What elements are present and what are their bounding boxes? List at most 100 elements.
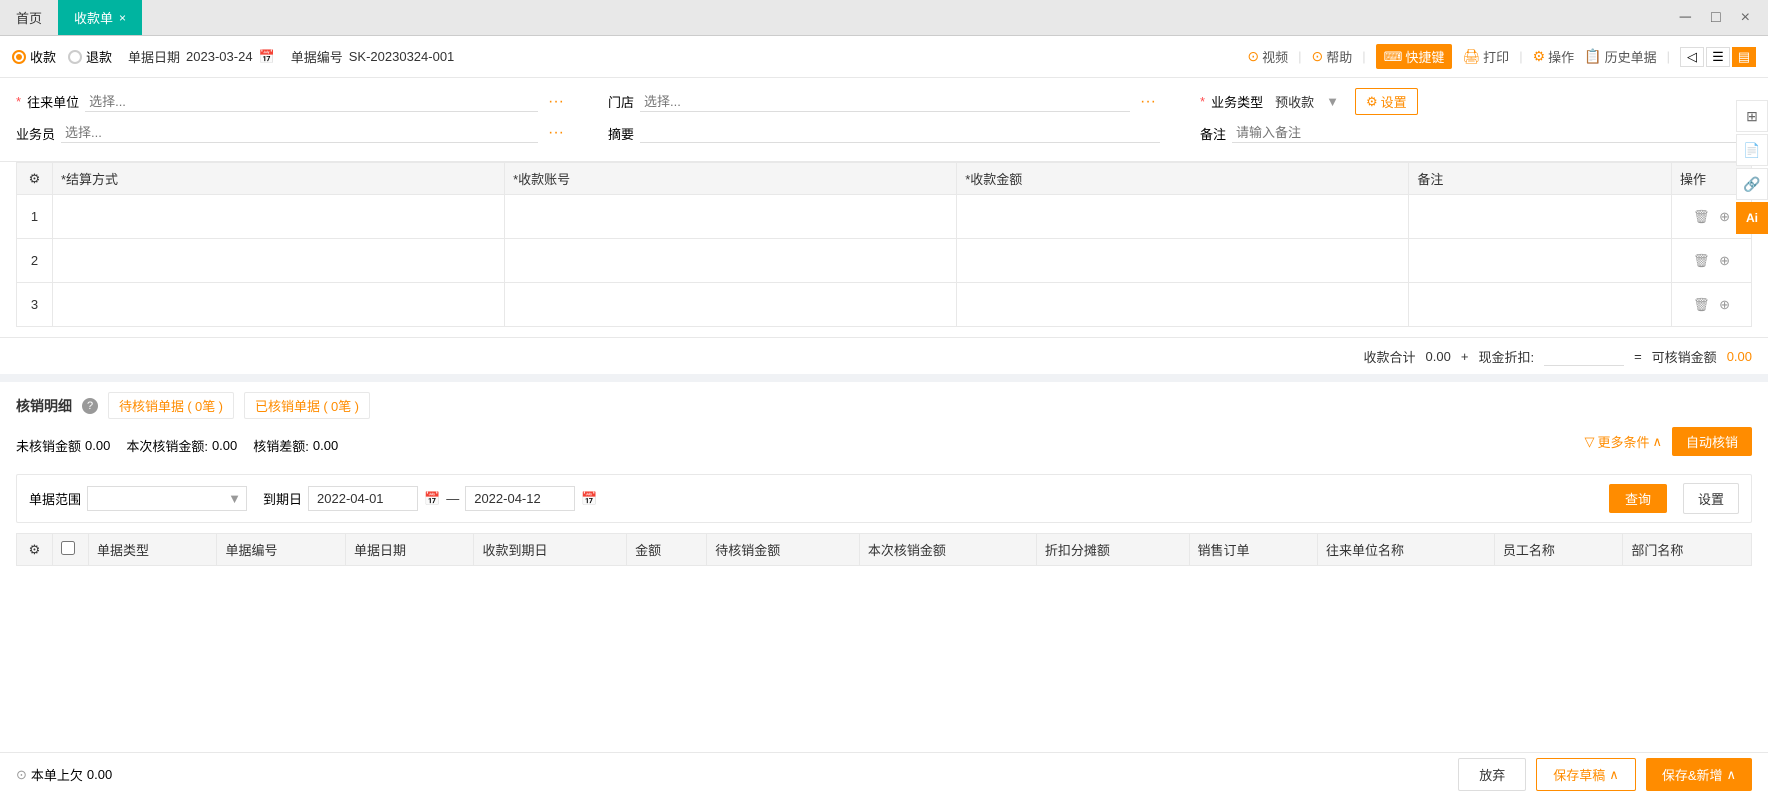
tab-home-label: 首页	[16, 8, 42, 27]
abandon-btn[interactable]: 放弃	[1458, 758, 1526, 791]
tab-active[interactable]: 收款单 ×	[58, 0, 142, 35]
help-btn[interactable]: ⊙ 帮助	[1311, 47, 1352, 66]
row1-note[interactable]	[1409, 195, 1672, 239]
staff-label: 业务员	[16, 124, 55, 143]
th-settings[interactable]: ⚙	[17, 163, 53, 195]
row1-account[interactable]	[505, 195, 957, 239]
stat-unwriteoff-label: 未核销金额	[16, 436, 81, 455]
date-separator: —	[446, 491, 459, 506]
business-required: *	[1200, 94, 1205, 109]
row2-copy-icon[interactable]: ⊕	[1719, 253, 1730, 268]
discount-input[interactable]	[1544, 346, 1624, 366]
filter-row: 单据范围 ▼ 到期日 📅 — 📅 查询 设置	[16, 474, 1752, 523]
row3-note[interactable]	[1409, 283, 1672, 327]
tab-close-btn[interactable]: ×	[119, 11, 126, 25]
summary-label: 摘要	[608, 124, 634, 143]
tab-home[interactable]: 首页	[0, 0, 58, 35]
row-num-1: 1	[17, 195, 53, 239]
bottom-bar: ⊙ 本单上欠 0.00 放弃 保存草稿 ∧ 保存&新增 ∧	[0, 752, 1768, 796]
radio-receive-dot	[12, 50, 26, 64]
save-new-btn[interactable]: 保存&新增 ∧	[1646, 758, 1752, 791]
sidebar-table-icon[interactable]: ⊞	[1736, 100, 1768, 132]
partner-more-btn[interactable]: ···	[544, 93, 568, 111]
date-to-input[interactable]	[465, 486, 575, 511]
divider2: |	[1362, 49, 1365, 64]
tab-pending-label: 待核销单据	[119, 399, 184, 414]
store-field: 门店 ···	[608, 92, 1160, 112]
sidebar-ai-icon[interactable]: Ai	[1736, 202, 1768, 234]
radio-receive[interactable]: 收款	[12, 47, 56, 66]
range-select[interactable]	[87, 486, 247, 511]
query-btn[interactable]: 查询	[1609, 484, 1667, 513]
chevron-up-icon: ∧	[1652, 434, 1662, 450]
date-from-input[interactable]	[308, 486, 418, 511]
calendar-icon[interactable]: 📅	[259, 49, 275, 65]
row3-payment[interactable]	[53, 283, 505, 327]
partner-label: 往来单位	[27, 92, 79, 111]
setting-button[interactable]: ⚙ 设置	[1355, 88, 1418, 115]
date-value: 2023-03-24	[186, 49, 253, 64]
writeoff-stats: 未核销金额 0.00 本次核销金额: 0.00 核销差额: 0.00 ▽ 更多条…	[16, 427, 1752, 464]
cal-to-icon[interactable]: 📅	[581, 491, 597, 507]
row1-copy-icon[interactable]: ⊕	[1719, 209, 1730, 224]
layout-btn-right[interactable]: ▤	[1732, 47, 1756, 67]
row1-delete-icon[interactable]: 🗑	[1693, 209, 1710, 224]
number-field: 单据编号 SK-20230324-001	[291, 47, 455, 66]
section-divider	[0, 374, 1768, 382]
maximize-btn[interactable]: □	[1705, 7, 1727, 29]
layout-btn-left[interactable]: ◁	[1680, 47, 1704, 67]
radio-receive-label: 收款	[30, 47, 56, 66]
filter-settings-btn[interactable]: 设置	[1683, 483, 1739, 514]
row2-amount[interactable]	[957, 239, 1409, 283]
note-input[interactable]	[1232, 123, 1752, 143]
row3-copy-icon[interactable]: ⊕	[1719, 297, 1730, 312]
row2-payment[interactable]	[53, 239, 505, 283]
row3-amount[interactable]	[957, 283, 1409, 327]
summary-field: 摘要	[608, 123, 1160, 143]
radio-refund[interactable]: 退款	[68, 47, 112, 66]
writeoff-info-icon[interactable]: ?	[82, 398, 98, 414]
row3-delete-icon[interactable]: 🗑	[1693, 297, 1710, 312]
row1-payment[interactable]	[53, 195, 505, 239]
summary-input[interactable]	[640, 123, 1160, 143]
gear-icon: ⚙	[29, 171, 41, 186]
range-select-wrapper: ▼	[87, 486, 247, 511]
row2-delete-icon[interactable]: 🗑	[1693, 253, 1710, 268]
carry-value: 0.00	[87, 767, 112, 782]
carry-info: ⊙ 本单上欠 0.00	[16, 765, 112, 784]
row1-amount[interactable]	[957, 195, 1409, 239]
history-btn[interactable]: 📋 历史单据	[1584, 47, 1656, 66]
row2-note[interactable]	[1409, 239, 1672, 283]
table-section: ⚙ *结算方式 *收款账号 *收款金额 备注 操作	[0, 162, 1768, 337]
ops-icon: ⚙	[1533, 48, 1546, 65]
minimize-btn[interactable]: ─	[1674, 7, 1697, 29]
payment-table: ⚙ *结算方式 *收款账号 *收款金额 备注 操作	[16, 162, 1752, 327]
auto-writeoff-btn[interactable]: 自动核销	[1672, 427, 1752, 456]
sidebar-doc-icon[interactable]: 📄	[1736, 134, 1768, 166]
tab-done-btn[interactable]: 已核销单据 ( 0笔 )	[244, 392, 370, 419]
ops-btn[interactable]: ⚙ 操作	[1533, 47, 1575, 66]
staff-input[interactable]	[61, 123, 538, 143]
layout-btn-grid[interactable]: ☰	[1706, 47, 1730, 67]
row2-account[interactable]	[505, 239, 957, 283]
video-btn[interactable]: ⊙ 视频	[1247, 47, 1288, 66]
draft-btn[interactable]: 保存草稿 ∧	[1536, 758, 1636, 791]
row3-account[interactable]	[505, 283, 957, 327]
store-more-btn[interactable]: ···	[1136, 93, 1160, 111]
window-close-btn[interactable]: ×	[1735, 7, 1756, 29]
sidebar-attach-icon[interactable]: 🔗	[1736, 168, 1768, 200]
partner-input[interactable]	[85, 92, 538, 112]
form-row-2: 业务员 ··· 摘要 备注	[16, 123, 1752, 143]
print-btn[interactable]: 🖨 打印	[1462, 47, 1509, 66]
select-all-checkbox[interactable]	[61, 541, 75, 555]
tab-pending-btn[interactable]: 待核销单据 ( 0笔 )	[108, 392, 234, 419]
business-type-dropdown[interactable]: ▼	[1326, 94, 1339, 109]
help-label: 帮助	[1326, 47, 1352, 66]
store-input[interactable]	[640, 92, 1130, 112]
staff-more-btn[interactable]: ···	[544, 124, 568, 142]
sub-th-dept: 部门名称	[1623, 534, 1752, 566]
sub-th-settings[interactable]: ⚙	[17, 534, 53, 566]
shortcut-btn[interactable]: ⌨ 快捷键	[1376, 44, 1453, 69]
cal-from-icon[interactable]: 📅	[424, 491, 440, 507]
more-conditions-btn[interactable]: ▽ 更多条件 ∧	[1584, 432, 1662, 451]
